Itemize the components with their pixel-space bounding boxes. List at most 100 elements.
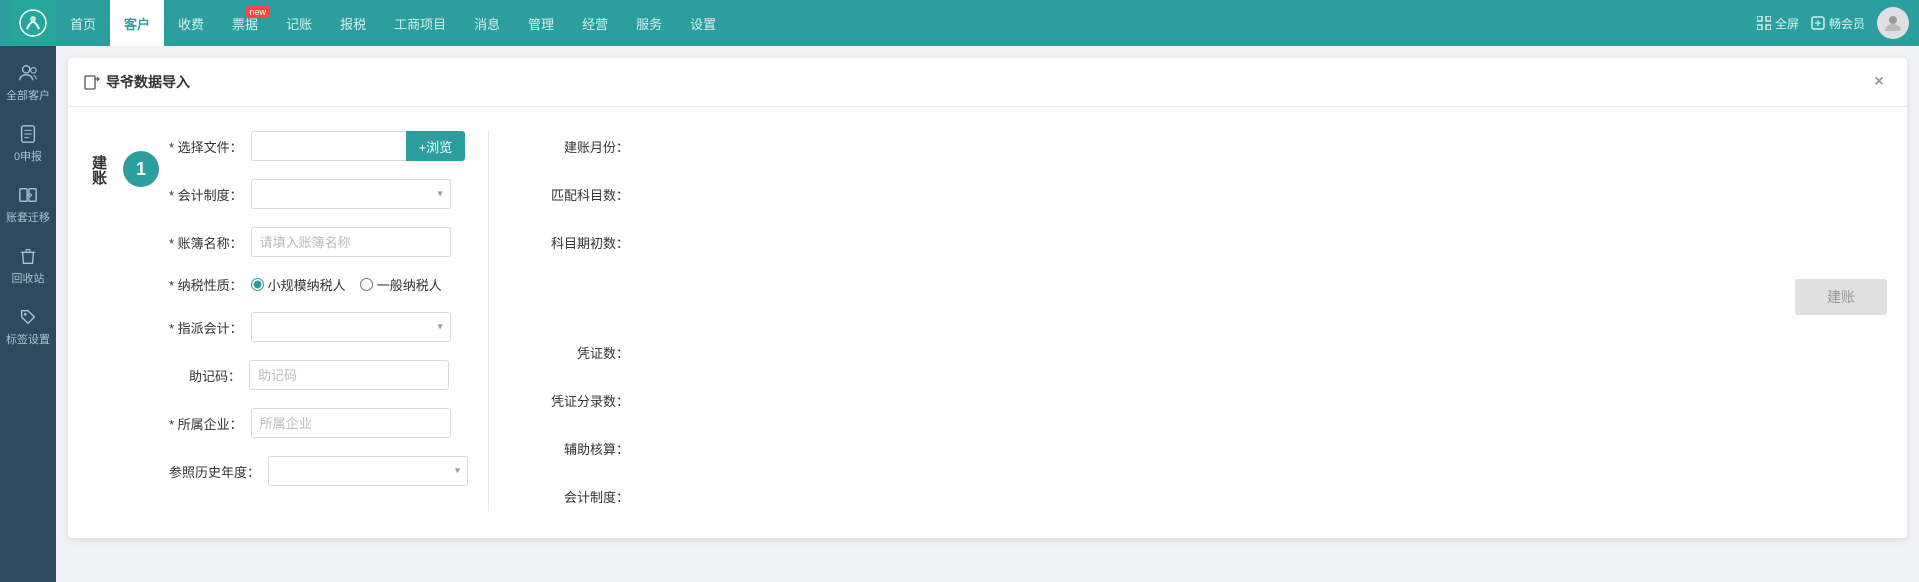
- belong-company-label: * 所属企业：: [169, 414, 243, 433]
- ref-year-label: 参照历史年度：: [169, 462, 260, 481]
- file-icon: [17, 123, 39, 145]
- import-icon: [84, 74, 100, 90]
- main-layout: 全部客户 0申报 账套迁移 回收站 标签设置: [0, 46, 1919, 582]
- trash-icon: [17, 245, 39, 267]
- belong-company-row: * 所属企业：: [169, 408, 468, 438]
- fullscreen-label: 全屏: [1775, 15, 1799, 32]
- voucher-count-row: 凭证数：: [549, 337, 1887, 367]
- ref-year-select-wrapper: ▾: [268, 456, 468, 486]
- memo-code-row: 助记码：: [169, 360, 468, 390]
- dialog-title: 导爷数据导入: [106, 72, 190, 92]
- close-button[interactable]: ×: [1867, 70, 1891, 94]
- ref-year-row: 参照历史年度： ▾: [169, 456, 468, 486]
- tax-nature-label: * 纳税性质：: [169, 275, 243, 294]
- browse-button[interactable]: +浏览: [406, 131, 466, 161]
- right-panel: 建账月份： 匹配科目数： 科目期初数： 建账: [509, 131, 1887, 511]
- step-badge: 1: [123, 151, 159, 187]
- aux-accounting-row: 辅助核算：: [549, 433, 1887, 463]
- tax-nature-row: * 纳税性质： 小规模纳税人 一般纳税人: [169, 275, 468, 294]
- sidebar-item-all-clients[interactable]: 全部客户: [0, 54, 56, 111]
- content-area: 导爷数据导入 × 建账 1 * 选择文件：: [56, 46, 1919, 582]
- sidebar: 全部客户 0申报 账套迁移 回收站 标签设置: [0, 46, 56, 582]
- file-row: * 选择文件： +浏览: [169, 131, 468, 161]
- divider: [488, 131, 489, 511]
- aux-accounting-label: 辅助核算：: [549, 439, 629, 458]
- radio-small-scale-label: 小规模纳税人: [268, 275, 346, 294]
- file-input-group: +浏览: [251, 131, 466, 161]
- assign-accountant-select-wrapper: ▾: [251, 312, 451, 342]
- section-label: 建账: [88, 155, 109, 185]
- fullscreen-button[interactable]: 全屏: [1757, 15, 1799, 32]
- ledger-name-label: * 账簿名称：: [169, 233, 243, 252]
- assign-accountant-row: * 指派会计： ▾: [169, 312, 468, 342]
- radio-small-scale-input[interactable]: [251, 278, 264, 291]
- match-subject-row: 匹配科目数：: [549, 179, 1887, 209]
- accounting-system-label: * 会计制度：: [169, 185, 243, 204]
- voucher-count-label: 凭证数：: [549, 343, 629, 362]
- memo-code-label: 助记码：: [169, 366, 241, 385]
- sidebar-item-declaration[interactable]: 0申报: [0, 115, 56, 172]
- sidebar-item-tags[interactable]: 标签设置: [0, 298, 56, 355]
- memo-code-input[interactable]: [249, 360, 449, 390]
- nav-tax[interactable]: 报税: [326, 0, 380, 46]
- avatar[interactable]: [1877, 7, 1909, 39]
- tag-icon: [17, 306, 39, 328]
- nav-message[interactable]: 消息: [460, 0, 514, 46]
- radio-general-label: 一般纳税人: [377, 275, 442, 294]
- accounting-system-select-wrapper: ▾: [251, 179, 451, 209]
- nav-fee[interactable]: 收费: [164, 0, 218, 46]
- assign-accountant-select[interactable]: [251, 312, 451, 342]
- accounting-system-row: * 会计制度： ▾: [169, 179, 468, 209]
- nav-bizproject[interactable]: 工商项目: [380, 0, 460, 46]
- member-button[interactable]: 畅会员: [1811, 15, 1865, 32]
- file-label: * 选择文件：: [169, 137, 243, 156]
- sidebar-label-declaration: 0申报: [14, 148, 42, 164]
- belong-company-input[interactable]: [251, 408, 451, 438]
- nav-right: 全屏 畅会员: [1757, 7, 1909, 39]
- radio-general[interactable]: 一般纳税人: [360, 275, 442, 294]
- dialog-header-left: 导爷数据导入: [84, 72, 190, 92]
- nav-bookkeeping[interactable]: 记账: [272, 0, 326, 46]
- nav-client[interactable]: 客户: [110, 0, 164, 46]
- form-fields: * 选择文件： +浏览 * 会计制度：: [169, 131, 468, 486]
- build-btn-row: 建账: [549, 279, 1887, 315]
- ledger-name-row: * 账簿名称：: [169, 227, 468, 257]
- tax-nature-group: 小规模纳税人 一般纳税人: [251, 275, 442, 294]
- sidebar-item-migrate[interactable]: 账套迁移: [0, 176, 56, 233]
- radio-general-input[interactable]: [360, 278, 373, 291]
- sidebar-label-recycle: 回收站: [12, 270, 45, 286]
- match-subject-label: 匹配科目数：: [549, 185, 629, 204]
- accounting-system-select[interactable]: [251, 179, 451, 209]
- member-label: 畅会员: [1829, 15, 1865, 32]
- form-body: 建账 1 * 选择文件： +浏览 * 会计: [68, 107, 1907, 535]
- migrate-icon: [17, 184, 39, 206]
- logo: [10, 0, 56, 46]
- nav-home[interactable]: 首页: [56, 0, 110, 46]
- sidebar-label-tags: 标签设置: [6, 331, 50, 347]
- right-accounting-system-label: 会计制度：: [549, 487, 629, 506]
- subject-init-label: 科目期初数：: [549, 233, 629, 252]
- voucher-entries-label: 凭证分录数：: [549, 391, 629, 410]
- subject-init-row: 科目期初数：: [549, 227, 1887, 257]
- dialog-header: 导爷数据导入 ×: [68, 58, 1907, 107]
- nav-service[interactable]: 服务: [622, 0, 676, 46]
- radio-small-scale[interactable]: 小规模纳税人: [251, 275, 346, 294]
- voucher-entries-row: 凭证分录数：: [549, 385, 1887, 415]
- nav-manage[interactable]: 管理: [514, 0, 568, 46]
- nav-settings[interactable]: 设置: [676, 0, 730, 46]
- new-badge: new: [246, 6, 271, 18]
- dialog-panel: 导爷数据导入 × 建账 1 * 选择文件：: [68, 58, 1907, 538]
- users-icon: [17, 62, 39, 84]
- top-nav: 首页 客户 收费 票据 new 记账 报税 工商项目 消息 管理 经营 服务 设…: [0, 0, 1919, 46]
- sidebar-label-migrate: 账套迁移: [6, 209, 50, 225]
- nav-invoice[interactable]: 票据 new: [218, 0, 272, 46]
- build-button[interactable]: 建账: [1795, 279, 1887, 315]
- ledger-name-input[interactable]: [251, 227, 451, 257]
- assign-accountant-label: * 指派会计：: [169, 318, 243, 337]
- build-month-row: 建账月份：: [549, 131, 1887, 161]
- ref-year-select[interactable]: [268, 456, 468, 486]
- build-month-label: 建账月份：: [549, 137, 629, 156]
- sidebar-item-recycle[interactable]: 回收站: [0, 237, 56, 294]
- nav-operation[interactable]: 经营: [568, 0, 622, 46]
- file-input[interactable]: [251, 131, 406, 161]
